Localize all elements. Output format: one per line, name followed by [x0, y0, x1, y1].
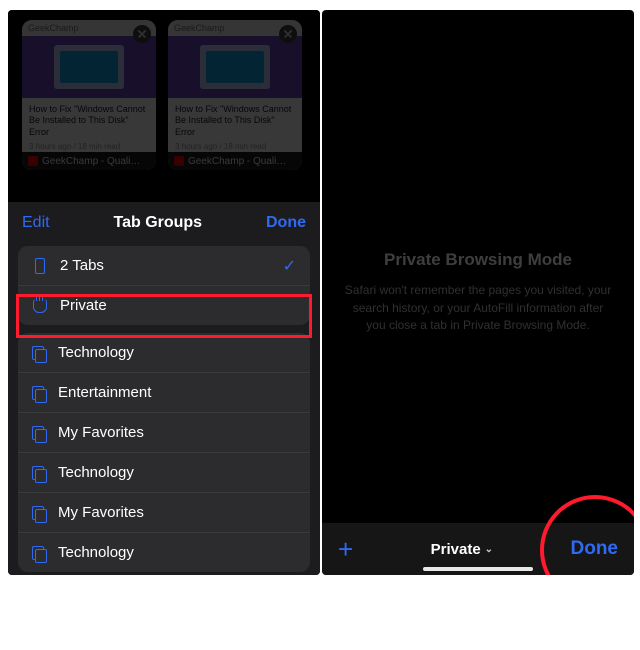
- group-row[interactable]: Technology: [18, 532, 310, 572]
- tabgroup-icon: [32, 546, 46, 560]
- mode-label: Private: [431, 541, 481, 558]
- edit-button[interactable]: Edit: [22, 214, 50, 232]
- screenshot-left: GeekChamp How to Fix "Windows Cannot Be …: [8, 10, 320, 575]
- tabgroup-icon: [32, 506, 46, 520]
- phone-icon: [32, 258, 48, 274]
- group-row[interactable]: My Favorites: [18, 412, 310, 452]
- row-label: Technology: [58, 544, 134, 561]
- private-description: Safari won't remember the pages you visi…: [342, 282, 614, 334]
- row-label: Technology: [58, 344, 134, 361]
- tab-group-mode-button[interactable]: Private ⌄: [431, 541, 493, 558]
- row-label: Private: [60, 297, 107, 314]
- tabgroup-icon: [32, 386, 46, 400]
- private-heading: Private Browsing Mode: [342, 250, 614, 270]
- tabs-row[interactable]: 2 Tabs ✓: [18, 246, 310, 285]
- group-row[interactable]: Entertainment: [18, 372, 310, 412]
- row-label: My Favorites: [58, 504, 144, 521]
- builtin-group: 2 Tabs ✓ Private: [18, 246, 310, 325]
- row-label: Entertainment: [58, 384, 151, 401]
- done-button[interactable]: Done: [266, 214, 306, 232]
- user-groups: Technology Entertainment My Favorites Te…: [18, 333, 310, 572]
- checkmark-icon: ✓: [283, 256, 296, 276]
- chevron-down-icon: ⌄: [485, 544, 493, 555]
- tab-groups-sheet: Edit Tab Groups Done 2 Tabs ✓ Private Te…: [8, 202, 320, 575]
- screenshot-right: Private Browsing Mode Safari won't remem…: [322, 10, 634, 575]
- sheet-title: Tab Groups: [113, 214, 202, 232]
- row-label: My Favorites: [58, 424, 144, 441]
- new-tab-button[interactable]: +: [338, 536, 353, 562]
- row-label: 2 Tabs: [60, 257, 104, 274]
- home-indicator: [423, 567, 533, 571]
- tabgroup-icon: [32, 466, 46, 480]
- tabgroup-icon: [32, 426, 46, 440]
- group-row[interactable]: Technology: [18, 452, 310, 492]
- row-label: Technology: [58, 464, 134, 481]
- hand-icon: [32, 298, 48, 314]
- private-mode-placeholder: Private Browsing Mode Safari won't remem…: [322, 10, 634, 575]
- private-row[interactable]: Private: [18, 285, 310, 325]
- group-row[interactable]: My Favorites: [18, 492, 310, 532]
- dim-overlay: [8, 10, 320, 202]
- group-row[interactable]: Technology: [18, 333, 310, 372]
- tabgroup-icon: [32, 346, 46, 360]
